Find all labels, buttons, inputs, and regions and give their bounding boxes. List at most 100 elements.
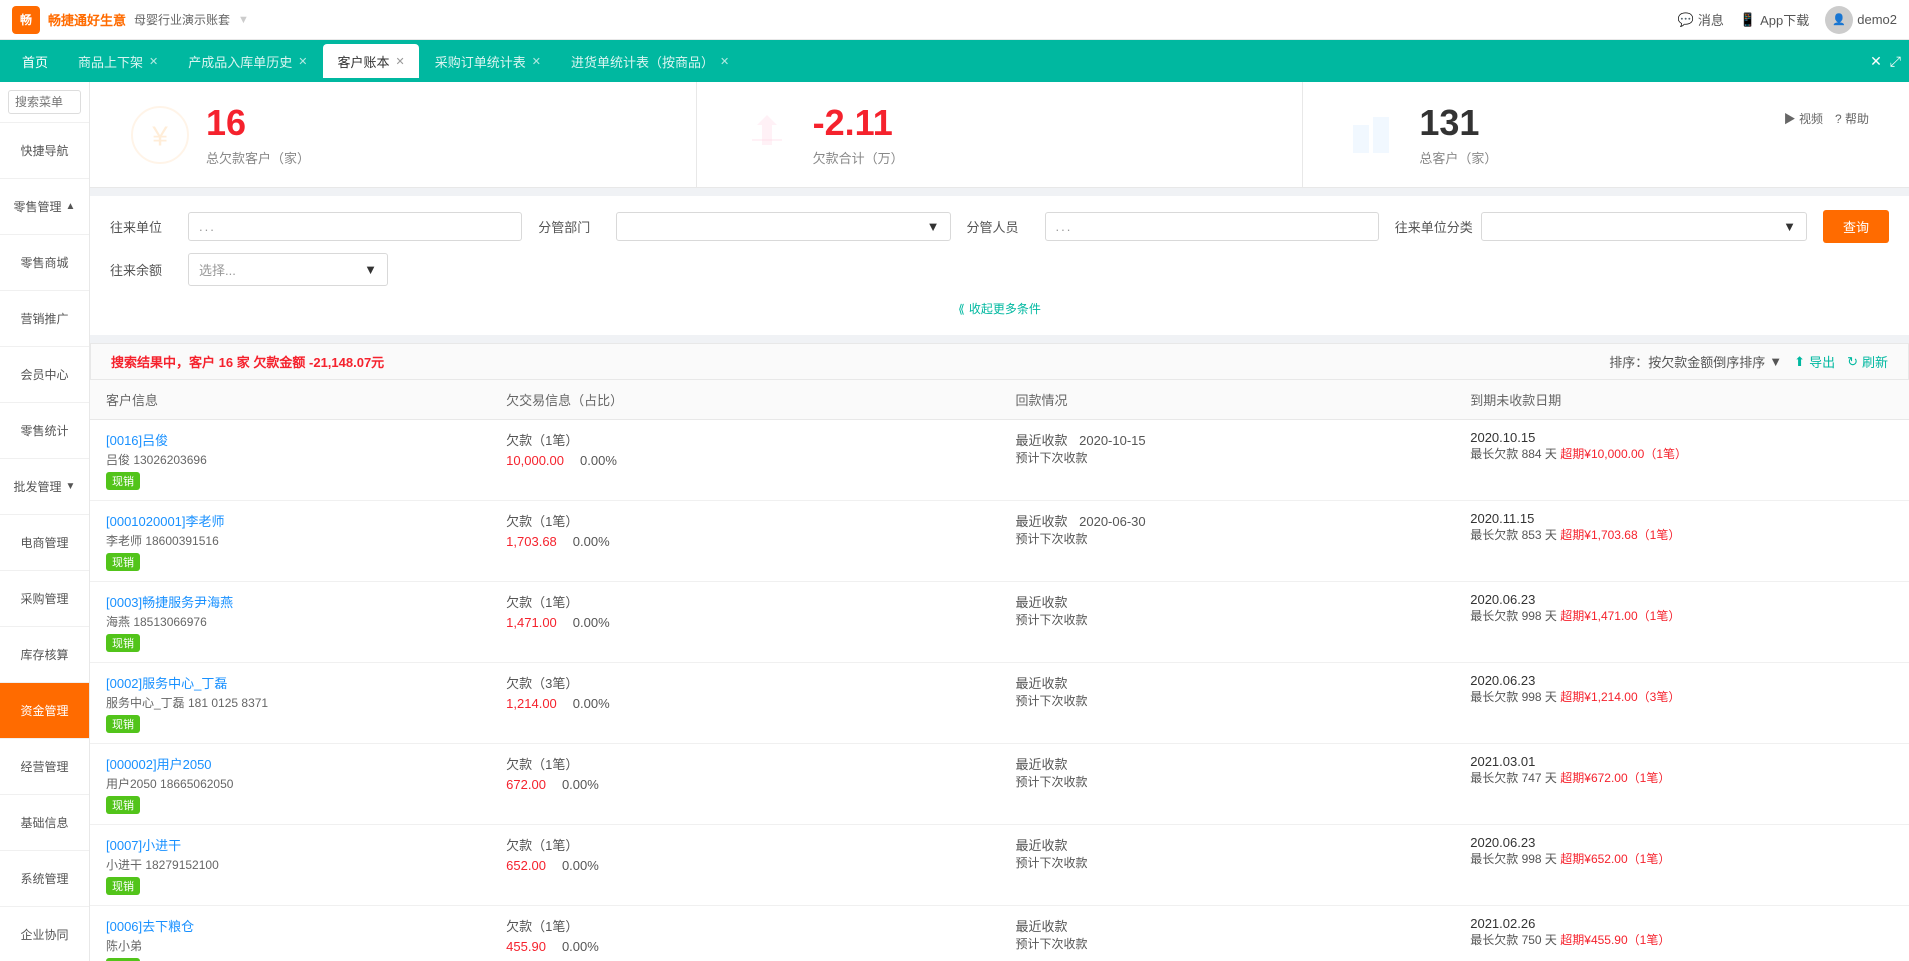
tab-label: 商品上下架 xyxy=(78,52,143,71)
top-right-actions: 💬 消息 📱 App下载 👤 demo2 xyxy=(1678,6,1897,34)
table-row: [0007]小进干 小进干 18279152100 现销 欠款（1笔） 652.… xyxy=(90,825,1909,906)
fullscreen-icon[interactable]: ⤢ xyxy=(1890,53,1901,70)
customer-name-link[interactable]: [0003]畅捷服务尹海燕 xyxy=(106,592,474,611)
sidebar-item-system[interactable]: 系统管理 xyxy=(0,851,89,907)
tab-close-icon[interactable]: ✕ xyxy=(396,55,405,68)
tab-product-listing[interactable]: 商品上下架 ✕ xyxy=(64,44,172,78)
total-customers-number: 131 xyxy=(1419,102,1497,144)
video-button[interactable]: ▶ 视频 xyxy=(1784,110,1823,127)
overdue-amount-link[interactable]: 超期¥1,214.00（3笔） xyxy=(1560,690,1680,704)
overdue-days: 最长欠款 998 天 xyxy=(1470,609,1560,623)
collapse-button[interactable]: ⟪ 收起更多条件 xyxy=(958,300,1041,317)
last-recover-date: 2020-06-30 xyxy=(1079,514,1146,529)
filter-source-unit: 往来单位 ... xyxy=(110,212,522,241)
owe-amount: 1,471.00 xyxy=(506,615,557,630)
sidebar-item-purchase[interactable]: 采购管理 xyxy=(0,571,89,627)
tab-customer-account[interactable]: 客户账本 ✕ xyxy=(323,44,418,78)
recover-cell: 最近收款 2020-06-30 预计下次收款 xyxy=(999,501,1454,582)
owe-percent: 0.00% xyxy=(562,858,599,873)
due-date: 2021.02.26 xyxy=(1470,916,1893,931)
tab-production-history[interactable]: 产成品入库单历史 ✕ xyxy=(174,44,321,78)
tab-close-icon[interactable]: ✕ xyxy=(149,55,158,68)
overdue-amount-link[interactable]: 超期¥10,000.00（1笔） xyxy=(1560,447,1687,461)
sidebar-item-quick-nav[interactable]: 快捷导航 xyxy=(0,123,89,179)
tab-close-icon[interactable]: ✕ xyxy=(720,55,729,68)
overdue-amount-link[interactable]: 超期¥652.00（1笔） xyxy=(1560,852,1670,866)
sidebar-item-label: 采购管理 xyxy=(20,590,68,607)
overdue-amount-link[interactable]: 超期¥455.90（1笔） xyxy=(1560,933,1670,947)
sidebar-item-retail-mall[interactable]: 零售商城 xyxy=(0,235,89,291)
sidebar-item-enterprise[interactable]: 企业协同 xyxy=(0,907,89,961)
chevron-down-icon: ▼ xyxy=(1769,354,1782,369)
message-button[interactable]: 💬 消息 xyxy=(1678,10,1724,29)
input-dots: ... xyxy=(1056,219,1073,234)
sidebar-search-input[interactable] xyxy=(8,90,81,114)
export-icon: ⬆ xyxy=(1794,354,1805,370)
dropdown-chevron[interactable]: ▼ xyxy=(238,14,249,26)
overdue-amount-link[interactable]: 超期¥672.00（1笔） xyxy=(1560,771,1670,785)
results-bar: 搜索结果中，客户 16 家 欠款金额 -21,148.07元 排序：按欠款金额倒… xyxy=(90,343,1909,380)
owe-total-icon xyxy=(737,105,797,165)
sidebar-item-retail-mgmt[interactable]: 零售管理 ▲ xyxy=(0,179,89,235)
sidebar-item-basic-info[interactable]: 基础信息 xyxy=(0,795,89,851)
customer-name-link[interactable]: [0001020001]李老师 xyxy=(106,511,474,530)
unit-category-select[interactable]: ▼ xyxy=(1481,212,1807,241)
balance-select[interactable]: 选择... ▼ xyxy=(188,253,388,286)
tab-label: 客户账本 xyxy=(337,52,389,71)
help-button[interactable]: ? 帮助 xyxy=(1835,110,1869,127)
last-recover-label: 最近收款 xyxy=(1015,757,1067,772)
minimize-icon[interactable]: ✕ xyxy=(1870,53,1882,70)
sidebar-item-member[interactable]: 会员中心 xyxy=(0,347,89,403)
refresh-button[interactable]: ↻ 刷新 xyxy=(1847,352,1888,371)
sidebar-item-retail-stats[interactable]: 零售统计 xyxy=(0,403,89,459)
sidebar-item-inventory[interactable]: 库存核算 xyxy=(0,627,89,683)
owe-count: 欠款（1笔） xyxy=(506,511,983,530)
person-input[interactable]: ... xyxy=(1045,212,1379,241)
owe-amount: 1,703.68 xyxy=(506,534,557,549)
chevron-down-icon: ▼ xyxy=(364,262,377,277)
input-dots: ... xyxy=(199,219,216,234)
customer-name-link[interactable]: [0016]吕俊 xyxy=(106,430,474,449)
source-unit-input[interactable]: ... xyxy=(188,212,522,241)
dept-select[interactable]: ▼ xyxy=(616,212,950,241)
tab-home[interactable]: 首页 xyxy=(8,44,62,78)
last-recover-label: 最近收款 xyxy=(1015,595,1067,610)
query-button[interactable]: 查询 xyxy=(1823,210,1889,243)
customer-info-cell: [0001020001]李老师 李老师 18600391516 现销 xyxy=(90,501,490,582)
tab-close-icon[interactable]: ✕ xyxy=(298,55,307,68)
sidebar-item-operations[interactable]: 经营管理 xyxy=(0,739,89,795)
sidebar-item-marketing[interactable]: 营销推广 xyxy=(0,291,89,347)
owe-percent: 0.00% xyxy=(573,696,610,711)
customer-name-link[interactable]: [000002]用户2050 xyxy=(106,754,474,773)
username: demo2 xyxy=(1857,12,1897,27)
sort-selector[interactable]: 排序：按欠款金额倒序排序 ▼ xyxy=(1609,352,1782,371)
overdue-amount-link[interactable]: 超期¥1,471.00（1笔） xyxy=(1560,609,1680,623)
overdue-amount-link[interactable]: 超期¥1,703.68（1笔） xyxy=(1560,528,1680,542)
tab-label: 产成品入库单历史 xyxy=(188,52,292,71)
owe-info-cell: 欠款（3笔） 1,214.00 0.00% xyxy=(490,663,999,744)
tab-goods-stats[interactable]: 进货单统计表（按商品） ✕ xyxy=(557,44,743,78)
export-button[interactable]: ⬆ 导出 xyxy=(1794,352,1835,371)
owe-info-cell: 欠款（1笔） 1,471.00 0.00% xyxy=(490,582,999,663)
nav-window-controls: ✕ ⤢ xyxy=(1870,53,1901,70)
owe-info-cell: 欠款（1笔） 455.90 0.00% xyxy=(490,906,999,961)
filter-area: 往来单位 ... 分管部门 ▼ 分管人员 ... xyxy=(90,196,1909,335)
message-icon: 💬 xyxy=(1678,12,1694,28)
customer-name-link[interactable]: [0002]服务中心_丁磊 xyxy=(106,673,474,692)
customer-name-link[interactable]: [0007]小进干 xyxy=(106,835,474,854)
sidebar-item-finance[interactable]: 资金管理 xyxy=(0,683,89,739)
sidebar-item-label: 经营管理 xyxy=(20,758,68,775)
customer-info-cell: [0007]小进干 小进干 18279152100 现销 xyxy=(90,825,490,906)
sidebar-item-wholesale-mgmt[interactable]: 批发管理 ▼ xyxy=(0,459,89,515)
app-download-button[interactable]: 📱 App下载 xyxy=(1740,10,1809,29)
tab-purchase-stats[interactable]: 采购订单统计表 ✕ xyxy=(421,44,555,78)
refresh-icon: ↻ xyxy=(1847,354,1858,370)
user-avatar-button[interactable]: 👤 demo2 xyxy=(1825,6,1897,34)
chevron-down-icon: ▼ xyxy=(1783,219,1796,234)
tab-close-icon[interactable]: ✕ xyxy=(532,55,541,68)
customer-name-link[interactable]: [0006]去下粮仓 xyxy=(106,916,474,935)
sidebar-item-ecommerce[interactable]: 电商管理 xyxy=(0,515,89,571)
next-recover: 预计下次收款 xyxy=(1015,530,1438,547)
sidebar-item-label: 电商管理 xyxy=(20,534,68,551)
overdue-days: 最长欠款 747 天 xyxy=(1470,771,1560,785)
